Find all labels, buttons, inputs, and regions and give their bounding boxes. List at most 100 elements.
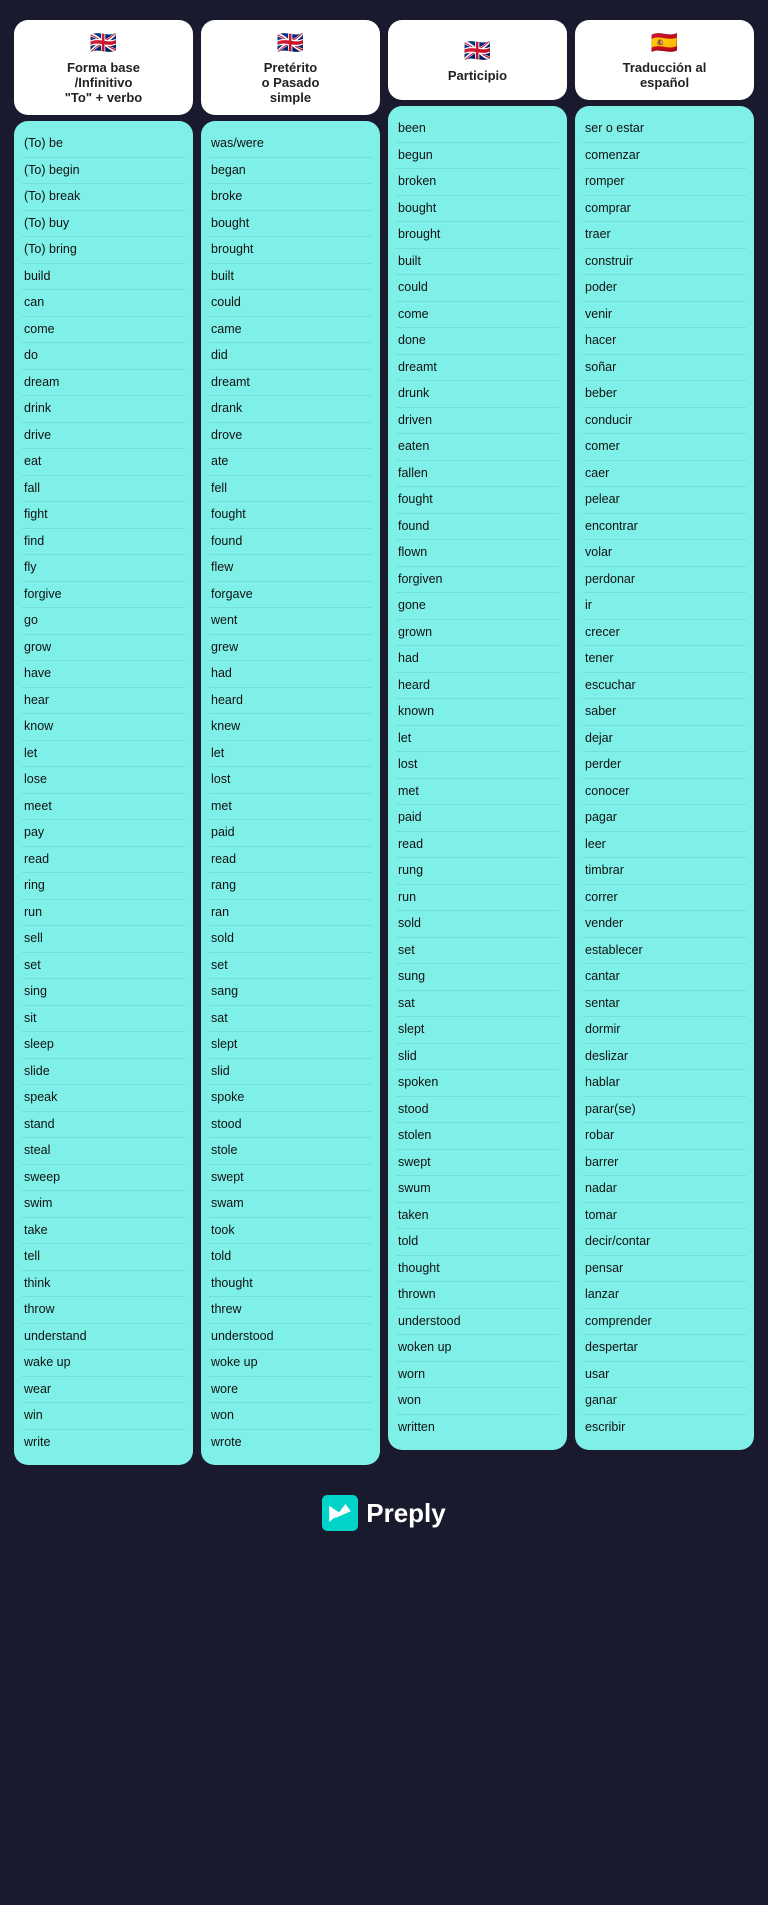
cell-spanish-44: lanzar	[583, 1282, 746, 1309]
cell-base-29: run	[22, 900, 185, 927]
main-container: 🇬🇧Forma base /Infinitivo "To" + verbo(To…	[14, 20, 754, 1531]
cell-spanish-20: tener	[583, 646, 746, 673]
column-preterite: 🇬🇧Pretérito o Pasado simplewas/werebegan…	[201, 20, 380, 1465]
cell-base-17: forgive	[22, 582, 185, 609]
cell-preterite-8: did	[209, 343, 372, 370]
cell-base-3: (To) buy	[22, 211, 185, 238]
cell-spanish-10: beber	[583, 381, 746, 408]
footer: Preply	[322, 1495, 446, 1531]
column-header-participle: 🇬🇧Participio	[388, 20, 567, 100]
cell-base-6: can	[22, 290, 185, 317]
cell-preterite-14: fought	[209, 502, 372, 529]
cell-base-32: sing	[22, 979, 185, 1006]
cell-participle-21: heard	[396, 673, 559, 700]
cell-participle-46: woken up	[396, 1335, 559, 1362]
cell-spanish-37: parar(se)	[583, 1097, 746, 1124]
cell-spanish-39: barrer	[583, 1150, 746, 1177]
cell-preterite-40: swam	[209, 1191, 372, 1218]
preply-logo: Preply	[322, 1495, 446, 1531]
cell-spanish-23: dejar	[583, 726, 746, 753]
cell-base-41: take	[22, 1218, 185, 1245]
flag-spanish: 🇪🇸	[651, 30, 678, 56]
cell-spanish-45: comprender	[583, 1309, 746, 1336]
cell-base-4: (To) bring	[22, 237, 185, 264]
cell-spanish-34: dormir	[583, 1017, 746, 1044]
cell-preterite-32: sang	[209, 979, 372, 1006]
cell-spanish-29: correr	[583, 885, 746, 912]
cell-spanish-33: sentar	[583, 991, 746, 1018]
cell-spanish-12: comer	[583, 434, 746, 461]
cell-preterite-23: let	[209, 741, 372, 768]
cell-spanish-24: perder	[583, 752, 746, 779]
cell-preterite-48: won	[209, 1403, 372, 1430]
cell-preterite-35: slid	[209, 1059, 372, 1086]
cell-preterite-2: broke	[209, 184, 372, 211]
preply-logo-icon	[322, 1495, 358, 1531]
cell-preterite-45: understood	[209, 1324, 372, 1351]
cell-participle-5: built	[396, 249, 559, 276]
cell-preterite-30: sold	[209, 926, 372, 953]
cell-base-19: grow	[22, 635, 185, 662]
cell-preterite-17: forgave	[209, 582, 372, 609]
cell-spanish-17: perdonar	[583, 567, 746, 594]
cell-participle-25: met	[396, 779, 559, 806]
cell-preterite-46: woke up	[209, 1350, 372, 1377]
cell-preterite-16: flew	[209, 555, 372, 582]
cell-base-14: fight	[22, 502, 185, 529]
cell-participle-13: fallen	[396, 461, 559, 488]
cell-spanish-21: escuchar	[583, 673, 746, 700]
cell-participle-42: told	[396, 1229, 559, 1256]
cell-spanish-18: ir	[583, 593, 746, 620]
cell-participle-7: come	[396, 302, 559, 329]
cell-spanish-2: romper	[583, 169, 746, 196]
cell-participle-36: spoken	[396, 1070, 559, 1097]
cell-spanish-41: tomar	[583, 1203, 746, 1230]
cell-base-36: speak	[22, 1085, 185, 1112]
cell-spanish-35: deslizar	[583, 1044, 746, 1071]
preply-brand-name: Preply	[366, 1498, 446, 1529]
cell-spanish-25: conocer	[583, 779, 746, 806]
cell-spanish-30: vender	[583, 911, 746, 938]
cell-spanish-26: pagar	[583, 805, 746, 832]
cell-base-9: dream	[22, 370, 185, 397]
cell-participle-18: gone	[396, 593, 559, 620]
column-spanish: 🇪🇸Traducción al españolser o estarcomenz…	[575, 20, 754, 1465]
cell-base-39: sweep	[22, 1165, 185, 1192]
cell-preterite-33: sat	[209, 1006, 372, 1033]
cell-spanish-49: escribir	[583, 1415, 746, 1441]
cell-participle-20: had	[396, 646, 559, 673]
cell-spanish-38: robar	[583, 1123, 746, 1150]
cell-preterite-13: fell	[209, 476, 372, 503]
cell-participle-17: forgiven	[396, 567, 559, 594]
cell-preterite-25: met	[209, 794, 372, 821]
cell-participle-41: taken	[396, 1203, 559, 1230]
cell-preterite-31: set	[209, 953, 372, 980]
column-base: 🇬🇧Forma base /Infinitivo "To" + verbo(To…	[14, 20, 193, 1465]
flag-base: 🇬🇧	[90, 30, 117, 56]
cell-base-46: wake up	[22, 1350, 185, 1377]
cell-spanish-32: cantar	[583, 964, 746, 991]
cell-participle-19: grown	[396, 620, 559, 647]
cell-participle-39: swept	[396, 1150, 559, 1177]
cell-participle-44: thrown	[396, 1282, 559, 1309]
cell-preterite-37: stood	[209, 1112, 372, 1139]
cell-participle-28: rung	[396, 858, 559, 885]
cell-participle-9: dreamt	[396, 355, 559, 382]
cell-spanish-13: caer	[583, 461, 746, 488]
cell-base-15: find	[22, 529, 185, 556]
cell-spanish-36: hablar	[583, 1070, 746, 1097]
cell-participle-8: done	[396, 328, 559, 355]
cell-participle-43: thought	[396, 1256, 559, 1283]
cell-participle-1: begun	[396, 143, 559, 170]
cell-participle-3: bought	[396, 196, 559, 223]
cell-participle-26: paid	[396, 805, 559, 832]
cell-base-34: sleep	[22, 1032, 185, 1059]
column-body-participle: beenbegunbrokenboughtbroughtbuiltcouldco…	[388, 106, 567, 1450]
cell-preterite-20: had	[209, 661, 372, 688]
cell-preterite-41: took	[209, 1218, 372, 1245]
cell-spanish-16: volar	[583, 540, 746, 567]
cell-preterite-5: built	[209, 264, 372, 291]
cell-base-21: hear	[22, 688, 185, 715]
cell-base-11: drive	[22, 423, 185, 450]
cell-participle-23: let	[396, 726, 559, 753]
